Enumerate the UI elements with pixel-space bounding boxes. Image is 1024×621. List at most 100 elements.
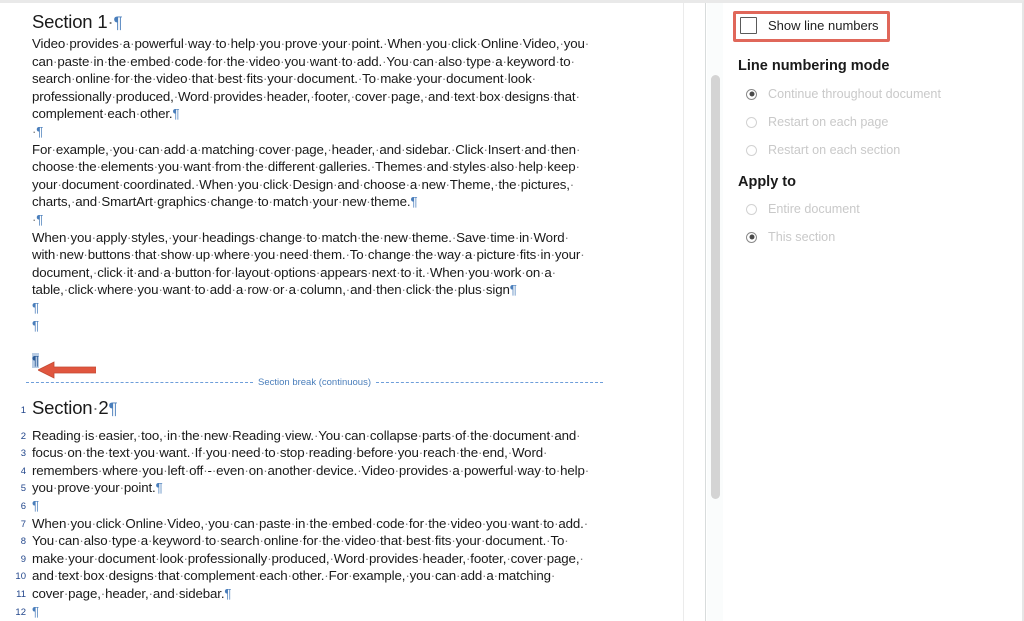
space-dot-icon: · — [55, 247, 59, 262]
space-dot-icon: · — [185, 463, 189, 478]
space-dot-icon: · — [382, 54, 386, 69]
space-dot-icon: · — [555, 54, 559, 69]
space-dot-icon: · — [213, 71, 217, 86]
space-dot-icon: · — [411, 265, 415, 280]
space-dot-icon: · — [203, 463, 207, 478]
space-dot-icon: · — [156, 247, 160, 262]
radio-button-selected[interactable] — [746, 89, 757, 100]
space-dot-icon: · — [110, 71, 114, 86]
space-dot-icon: · — [174, 89, 178, 104]
space-dot-icon: · — [556, 463, 560, 478]
pilcrow-icon: ¶ — [36, 124, 43, 139]
empty-paragraph: ¶ — [32, 317, 683, 335]
space-dot-icon: · — [405, 516, 409, 531]
show-line-numbers-label: Show line numbers — [768, 18, 879, 33]
radio-button[interactable] — [746, 145, 757, 156]
document-line-text: document,·click·it·and·a·button·for·layo… — [32, 264, 683, 282]
selected-empty-paragraph[interactable]: ¶ — [32, 352, 683, 370]
space-dot-icon: · — [451, 533, 455, 548]
space-dot-icon: · — [159, 265, 163, 280]
space-dot-icon: · — [183, 551, 187, 566]
line-number: 10 — [6, 572, 32, 582]
pilcrow-icon: ¶ — [32, 318, 39, 333]
document-line-text: professionally·produced,·Word·provides·h… — [32, 88, 683, 106]
space-dot-icon: · — [453, 282, 457, 297]
space-dot-icon: · — [190, 282, 194, 297]
space-dot-icon: · — [515, 247, 519, 262]
space-dot-icon: · — [576, 159, 580, 174]
document-line-text: For·example,·you·can·add·a·matching·cove… — [32, 141, 683, 159]
document-line-text: When·you·apply·styles,·your·headings·cha… — [32, 229, 683, 247]
space-dot-icon: · — [346, 282, 350, 297]
space-dot-icon: · — [371, 159, 375, 174]
space-dot-icon: · — [232, 282, 236, 297]
radio-button-selected[interactable] — [746, 232, 757, 243]
space-dot-icon: · — [259, 533, 263, 548]
space-dot-icon: · — [551, 247, 555, 262]
space-dot-icon: · — [250, 247, 254, 262]
vertical-scrollbar-thumb[interactable] — [711, 75, 720, 499]
space-dot-icon: · — [130, 445, 134, 460]
line-number: 7 — [6, 520, 32, 530]
space-dot-icon: · — [198, 230, 202, 245]
selected-paragraph-row[interactable]: ¶ — [0, 352, 683, 370]
document-pane[interactable]: Section 1·¶ Video·provides·a·powerful·wa… — [0, 3, 683, 621]
space-dot-icon: · — [133, 282, 137, 297]
space-dot-icon: · — [104, 54, 108, 69]
space-dot-icon: · — [111, 89, 115, 104]
document-body[interactable]: Section 1·¶ Video·provides·a·powerful·wa… — [0, 3, 683, 620]
space-dot-icon: · — [456, 445, 460, 460]
space-dot-icon: · — [337, 54, 341, 69]
line-numbering-mode-option[interactable]: Continue throughout document — [746, 87, 941, 101]
space-dot-icon: · — [550, 428, 554, 443]
space-dot-icon: · — [263, 463, 267, 478]
space-dot-icon: · — [98, 463, 102, 478]
radio-button[interactable] — [746, 204, 757, 215]
document-text-row: When·you·apply·styles,·your·headings·cha… — [0, 229, 683, 247]
space-dot-icon: · — [269, 194, 273, 209]
space-dot-icon: · — [90, 480, 94, 495]
space-dot-icon: · — [288, 177, 292, 192]
space-dot-icon: · — [318, 533, 322, 548]
document-line-text: search·online·for·the·video·that·best·fi… — [32, 70, 683, 88]
space-dot-icon: · — [482, 516, 486, 531]
space-dot-icon: · — [154, 159, 158, 174]
document-text-row: 6¶ — [0, 497, 683, 515]
space-dot-icon: · — [491, 54, 495, 69]
document-text-row: search·online·for·the·video·that·best·fi… — [0, 70, 683, 88]
space-dot-icon: · — [304, 445, 308, 460]
space-dot-icon: · — [211, 159, 215, 174]
space-dot-icon: · — [393, 445, 397, 460]
space-dot-icon: · — [187, 71, 191, 86]
space-dot-icon: · — [180, 568, 184, 583]
empty-paragraph-row: ·¶ — [0, 211, 683, 229]
space-dot-icon: · — [564, 533, 568, 548]
apply-to-option[interactable]: Entire document — [746, 202, 860, 216]
space-dot-icon: · — [202, 445, 206, 460]
document-text-row: 4remembers·where·you·left·off·-·even·on·… — [0, 462, 683, 480]
space-dot-icon: · — [120, 480, 124, 495]
line-numbering-mode-option[interactable]: Restart on each section — [746, 143, 900, 157]
space-dot-icon: · — [179, 159, 183, 174]
apply-to-option[interactable]: This section — [746, 230, 835, 244]
space-dot-icon: · — [514, 159, 518, 174]
pilcrow-icon: ¶ — [109, 399, 118, 418]
space-dot-icon: · — [314, 428, 318, 443]
space-dot-icon: · — [565, 230, 569, 245]
space-dot-icon: · — [376, 71, 380, 86]
space-dot-icon: · — [408, 230, 412, 245]
space-dot-icon: · — [376, 533, 380, 548]
space-dot-icon: · — [200, 428, 204, 443]
pilcrow-icon-selected[interactable]: ¶ — [32, 353, 39, 368]
document-text-row: 11cover·page,·header,·and·sidebar.¶ — [0, 585, 683, 603]
empty-paragraph-row: ·¶ — [0, 123, 683, 141]
document-line-text: Video·provides·a·powerful·way·to·help·yo… — [32, 35, 683, 53]
space-dot-icon: · — [536, 247, 540, 262]
line-numbering-mode-option[interactable]: Restart on each page — [746, 115, 888, 129]
line-number: 5 — [6, 484, 32, 494]
show-line-numbers-row[interactable]: Show line numbers — [740, 17, 879, 34]
document-heading-text: Section·2¶ — [32, 395, 683, 421]
document-line-text: with·new·buttons·that·show·up·where·you·… — [32, 246, 683, 264]
radio-button[interactable] — [746, 117, 757, 128]
show-line-numbers-checkbox[interactable] — [740, 17, 757, 34]
